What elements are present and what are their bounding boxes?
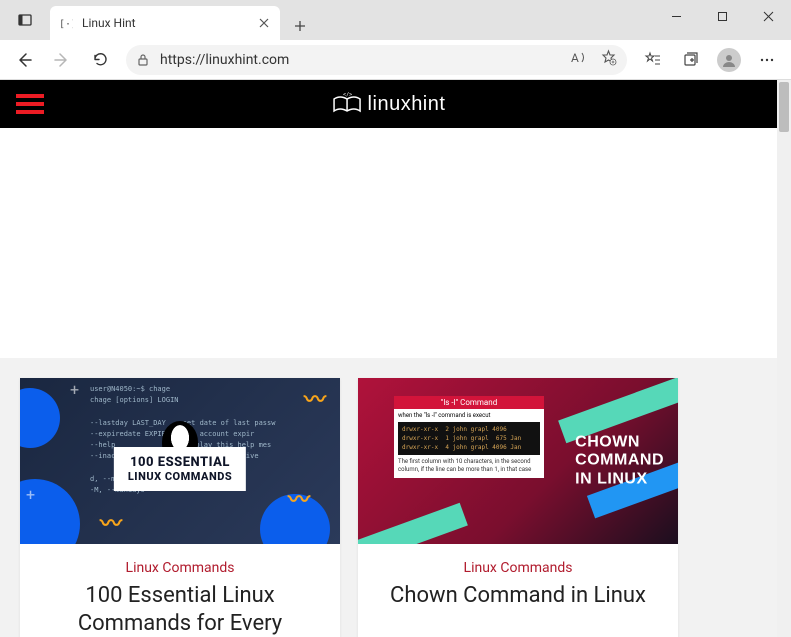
- thumbnail-panel: "ls -l" Command when the "ls -l" command…: [394, 396, 544, 478]
- page-scrollbar[interactable]: [777, 80, 791, 637]
- window-titlebar: [·] Linux Hint: [0, 0, 791, 40]
- new-tab-button[interactable]: [286, 12, 314, 40]
- articles-grid: 〰 〰 〰 + + user@N4050:~$ chage chage [opt…: [0, 358, 777, 637]
- browser-toolbar: https://linuxhint.com A: [0, 40, 791, 80]
- read-aloud-button[interactable]: A: [571, 49, 588, 70]
- tab-title: Linux Hint: [82, 16, 248, 30]
- window-minimize-button[interactable]: [653, 0, 699, 32]
- svg-text:[·]: [·]: [59, 19, 73, 30]
- page-viewport: </> linuxhint 〰 〰 〰 + + user@N4050:~$ ch…: [0, 80, 791, 637]
- forward-button[interactable]: [44, 44, 80, 76]
- profile-button[interactable]: [711, 44, 747, 76]
- site-info-button[interactable]: [136, 53, 150, 67]
- collections-icon: [682, 51, 700, 69]
- panel-code: drwxr-xr-x 2 john grapl 4096 drwxr-xr-x …: [398, 422, 540, 455]
- hamburger-bar: [16, 94, 44, 98]
- tab-actions-icon: [17, 12, 33, 28]
- star-lines-icon: [644, 51, 662, 69]
- decor-squiggle: 〰: [100, 506, 122, 538]
- badge-line1: 100 ESSENTIAL: [128, 455, 232, 470]
- lock-icon: [136, 53, 150, 67]
- site-header: </> linuxhint: [0, 80, 777, 128]
- article-category[interactable]: Linux Commands: [370, 560, 666, 576]
- back-button[interactable]: [6, 44, 42, 76]
- maximize-icon: [717, 11, 728, 22]
- thumbnail-badge: 100 ESSENTIAL LINUX COMMANDS: [114, 447, 246, 491]
- plus-icon: [294, 20, 306, 32]
- thumbnail-headline: CHOWN COMMAND IN LINUX: [575, 433, 664, 488]
- avatar-icon: [717, 48, 741, 72]
- svg-text:A: A: [571, 51, 579, 65]
- collections-button[interactable]: [673, 44, 709, 76]
- settings-menu-button[interactable]: [749, 44, 785, 76]
- decor-plus: +: [70, 380, 79, 399]
- site-logo-text: linuxhint: [368, 93, 446, 116]
- hamburger-bar: [16, 102, 44, 106]
- article-thumbnail: 〰 〰 〰 + + user@N4050:~$ chage chage [opt…: [20, 378, 340, 544]
- site-logo-link[interactable]: </> linuxhint: [332, 91, 446, 117]
- address-bar[interactable]: https://linuxhint.com A: [126, 45, 627, 75]
- book-icon: </>: [332, 91, 362, 117]
- browser-tab[interactable]: [·] Linux Hint: [50, 6, 280, 40]
- article-category[interactable]: Linux Commands: [32, 560, 328, 576]
- star-plus-icon: [600, 49, 617, 66]
- favorites-add-button[interactable]: [600, 49, 617, 70]
- ad-placeholder: [0, 128, 777, 358]
- site-menu-button[interactable]: [16, 94, 44, 114]
- arrow-right-icon: [53, 51, 71, 69]
- hamburger-bar: [16, 110, 44, 114]
- more-icon: [758, 51, 776, 69]
- decor-squiggle: 〰: [304, 382, 326, 414]
- url-text: https://linuxhint.com: [160, 52, 561, 68]
- decor-stripe: [358, 503, 468, 544]
- svg-text:</>: </>: [343, 92, 352, 98]
- scrollbar-thumb[interactable]: [779, 82, 789, 132]
- article-title[interactable]: 100 Essential Linux Commands for Every: [32, 582, 328, 637]
- close-icon: [259, 18, 269, 28]
- minimize-icon: [671, 11, 682, 22]
- refresh-icon: [92, 51, 109, 68]
- decor-plus: +: [26, 485, 35, 504]
- window-controls: [653, 0, 791, 40]
- tab-close-button[interactable]: [256, 15, 272, 31]
- refresh-button[interactable]: [82, 44, 118, 76]
- panel-text: when the "ls -l" command is execut: [398, 412, 540, 419]
- window-maximize-button[interactable]: [699, 0, 745, 32]
- tab-favicon-icon: [·]: [58, 15, 74, 31]
- article-body: Linux Commands 100 Essential Linux Comma…: [20, 544, 340, 637]
- close-icon: [763, 11, 774, 22]
- article-title[interactable]: Chown Command in Linux: [370, 582, 666, 610]
- arrow-left-icon: [15, 51, 33, 69]
- read-aloud-icon: A: [571, 49, 588, 66]
- tab-actions-button[interactable]: [0, 0, 50, 40]
- window-close-button[interactable]: [745, 0, 791, 32]
- favorites-button[interactable]: [635, 44, 671, 76]
- decor-squiggle: 〰: [288, 482, 310, 514]
- article-card[interactable]: "ls -l" Command when the "ls -l" command…: [358, 378, 678, 637]
- panel-header: "ls -l" Command: [394, 396, 544, 409]
- page-content: </> linuxhint 〰 〰 〰 + + user@N4050:~$ ch…: [0, 80, 777, 637]
- article-card[interactable]: 〰 〰 〰 + + user@N4050:~$ chage chage [opt…: [20, 378, 340, 637]
- decor-circle: [20, 388, 60, 448]
- article-body: Linux Commands Chown Command in Linux: [358, 544, 678, 620]
- panel-footer: The first column with 10 characters, in …: [398, 458, 540, 474]
- badge-line2: LINUX COMMANDS: [128, 470, 232, 483]
- article-thumbnail: "ls -l" Command when the "ls -l" command…: [358, 378, 678, 544]
